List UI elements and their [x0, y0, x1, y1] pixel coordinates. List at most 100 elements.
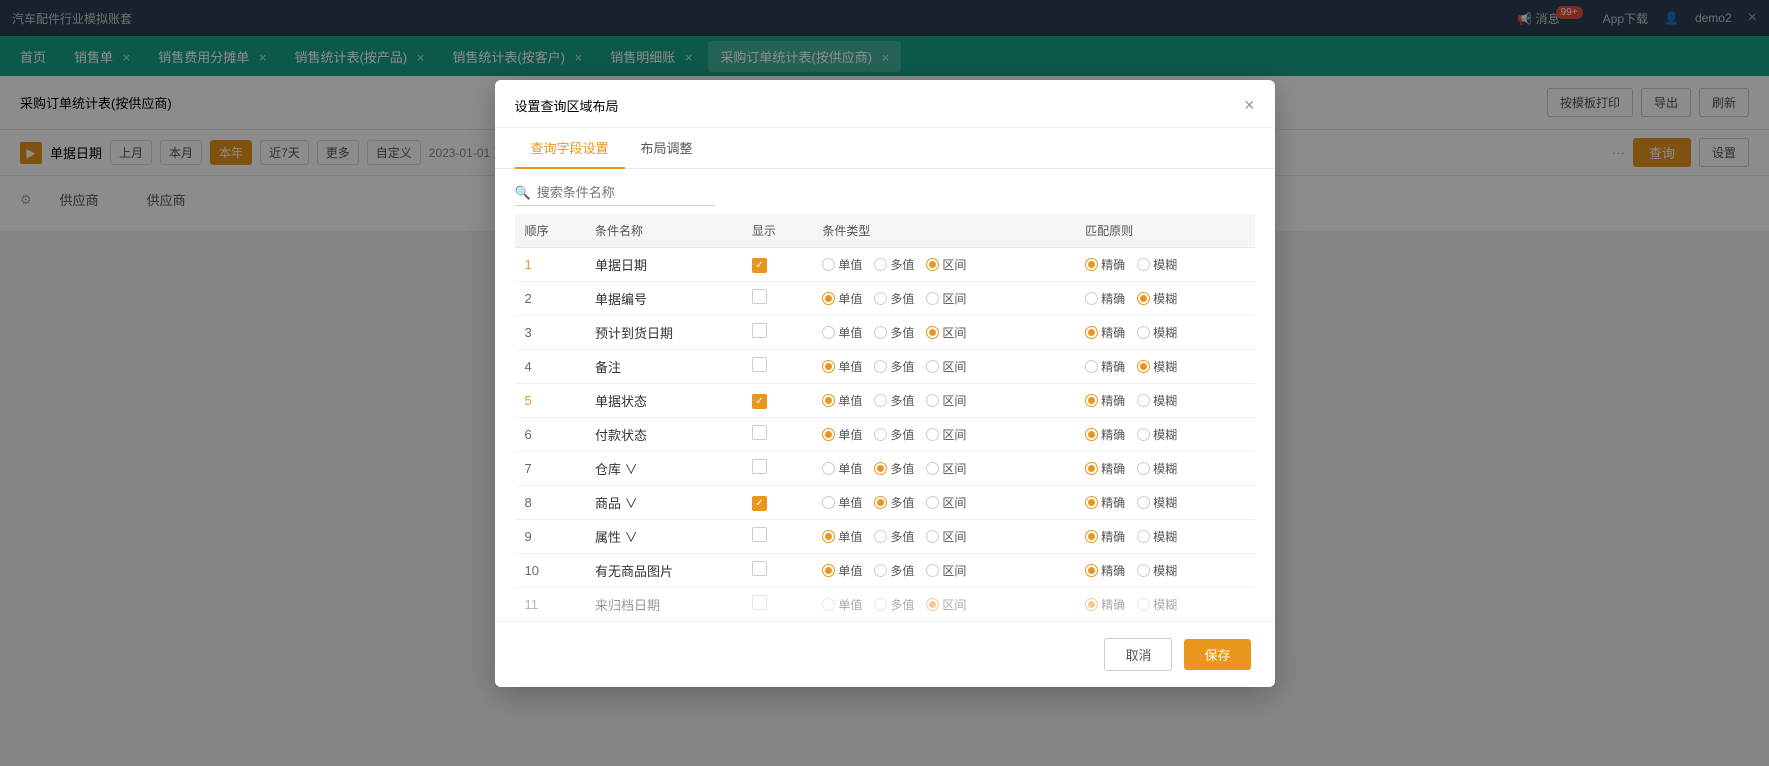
type-radio-item[interactable]: 单值: [822, 562, 862, 579]
row-checkbox-cell[interactable]: [742, 281, 812, 315]
match-radio-item[interactable]: 精确: [1085, 562, 1125, 579]
type-radio-item[interactable]: 多值: [874, 460, 914, 477]
row-checkbox-cell[interactable]: [742, 553, 812, 587]
row-display-checkbox[interactable]: [752, 323, 767, 338]
row-name: 预计到货日期: [585, 315, 742, 349]
match-radio-item[interactable]: 精确: [1085, 392, 1125, 409]
type-radio-item[interactable]: 区间: [926, 596, 966, 613]
type-radio-item[interactable]: 区间: [926, 358, 966, 375]
row-checkbox-cell[interactable]: [742, 451, 812, 485]
radio-circle-icon: [874, 598, 887, 611]
radio-circle-icon: [822, 360, 835, 373]
type-radio-item[interactable]: 单值: [822, 494, 862, 511]
row-checkbox-cell[interactable]: [742, 383, 812, 417]
type-radio-item[interactable]: 单值: [822, 324, 862, 341]
btn-cancel[interactable]: 取消: [1104, 638, 1172, 671]
match-radio-item[interactable]: 精确: [1085, 256, 1125, 273]
type-radio-item[interactable]: 单值: [822, 358, 862, 375]
row-display-checkbox[interactable]: [752, 258, 767, 273]
radio-circle-icon: [1085, 292, 1098, 305]
type-radio-item[interactable]: 区间: [926, 494, 966, 511]
type-radio-item[interactable]: 多值: [874, 596, 914, 613]
row-checkbox-cell[interactable]: [742, 485, 812, 519]
match-radio-item[interactable]: 模糊: [1137, 324, 1177, 341]
match-radio-item[interactable]: 模糊: [1137, 290, 1177, 307]
match-radio-item[interactable]: 精确: [1085, 596, 1125, 613]
type-radio-item[interactable]: 单值: [822, 528, 862, 545]
row-checkbox-cell[interactable]: [742, 247, 812, 281]
match-radio-item[interactable]: 精确: [1085, 494, 1125, 511]
type-radio-item[interactable]: 区间: [926, 562, 966, 579]
type-radio-item[interactable]: 单值: [822, 256, 862, 273]
match-radio-item[interactable]: 模糊: [1137, 596, 1177, 613]
radio-circle-icon: [1137, 258, 1150, 271]
radio-circle-icon: [822, 326, 835, 339]
row-display-checkbox[interactable]: [752, 357, 767, 372]
type-radio-item[interactable]: 单值: [822, 290, 862, 307]
match-radio-item[interactable]: 精确: [1085, 290, 1125, 307]
type-radio-item[interactable]: 单值: [822, 596, 862, 613]
type-radio-item[interactable]: 多值: [874, 256, 914, 273]
row-display-checkbox[interactable]: [752, 459, 767, 474]
match-radio-item[interactable]: 模糊: [1137, 426, 1177, 443]
type-radio-item[interactable]: 单值: [822, 392, 862, 409]
row-checkbox-cell[interactable]: [742, 587, 812, 621]
row-checkbox-cell[interactable]: [742, 417, 812, 451]
type-radio-item[interactable]: 单值: [822, 426, 862, 443]
match-radio-item[interactable]: 精确: [1085, 358, 1125, 375]
match-radio-item[interactable]: 模糊: [1137, 256, 1177, 273]
row-name: 付款状态: [585, 417, 742, 451]
tab-layout[interactable]: 布局调整: [625, 128, 709, 169]
row-checkbox-cell[interactable]: [742, 315, 812, 349]
match-radio-item[interactable]: 模糊: [1137, 460, 1177, 477]
match-radio-item[interactable]: 模糊: [1137, 528, 1177, 545]
type-radio-item[interactable]: 区间: [926, 528, 966, 545]
row-display-checkbox[interactable]: [752, 527, 767, 542]
type-radio-item[interactable]: 区间: [926, 290, 966, 307]
type-radio-item[interactable]: 多值: [874, 392, 914, 409]
modal-overlay: 设置查询区域布局 × 查询字段设置 布局调整 🔍 顺序 条件名称 显示: [0, 0, 1769, 766]
row-order: 4: [515, 349, 585, 383]
match-radio-item[interactable]: 精确: [1085, 426, 1125, 443]
row-display-checkbox[interactable]: [752, 289, 767, 304]
type-radio-item[interactable]: 区间: [926, 392, 966, 409]
match-radio-item[interactable]: 精确: [1085, 528, 1125, 545]
radio-circle-icon: [1137, 598, 1150, 611]
type-radio-item[interactable]: 多值: [874, 426, 914, 443]
row-checkbox-cell[interactable]: [742, 519, 812, 553]
type-radio-item[interactable]: 区间: [926, 256, 966, 273]
radio-circle-icon: [822, 496, 835, 509]
match-radio-item[interactable]: 模糊: [1137, 494, 1177, 511]
type-radio-item[interactable]: 多值: [874, 494, 914, 511]
row-display-checkbox[interactable]: [752, 394, 767, 409]
row-checkbox-cell[interactable]: [742, 349, 812, 383]
radio-circle-icon: [926, 292, 939, 305]
row-display-checkbox[interactable]: [752, 496, 767, 511]
btn-save[interactable]: 保存: [1184, 639, 1250, 670]
type-radio-item[interactable]: 多值: [874, 562, 914, 579]
type-radio-item[interactable]: 多值: [874, 528, 914, 545]
match-radio-item[interactable]: 模糊: [1137, 562, 1177, 579]
tab-query-fields[interactable]: 查询字段设置: [515, 128, 625, 169]
row-type-cell: 单值多值区间: [812, 315, 1075, 349]
type-radio-item[interactable]: 多值: [874, 324, 914, 341]
row-display-checkbox[interactable]: [752, 595, 767, 610]
type-radio-item[interactable]: 多值: [874, 290, 914, 307]
match-radio-item[interactable]: 精确: [1085, 460, 1125, 477]
match-radio-item[interactable]: 模糊: [1137, 392, 1177, 409]
search-input[interactable]: [537, 185, 697, 200]
row-display-checkbox[interactable]: [752, 425, 767, 440]
type-radio-item[interactable]: 多值: [874, 358, 914, 375]
type-radio-item[interactable]: 区间: [926, 426, 966, 443]
type-radio-item[interactable]: 单值: [822, 460, 862, 477]
row-name: 备注: [585, 349, 742, 383]
row-order: 5: [515, 383, 585, 417]
dialog-close-btn[interactable]: ×: [1244, 96, 1255, 114]
match-radio-item[interactable]: 精确: [1085, 324, 1125, 341]
row-display-checkbox[interactable]: [752, 561, 767, 576]
match-radio-item[interactable]: 模糊: [1137, 358, 1177, 375]
type-radio-item[interactable]: 区间: [926, 324, 966, 341]
type-radio-item[interactable]: 区间: [926, 460, 966, 477]
radio-circle-icon: [874, 530, 887, 543]
radio-circle-icon: [926, 394, 939, 407]
